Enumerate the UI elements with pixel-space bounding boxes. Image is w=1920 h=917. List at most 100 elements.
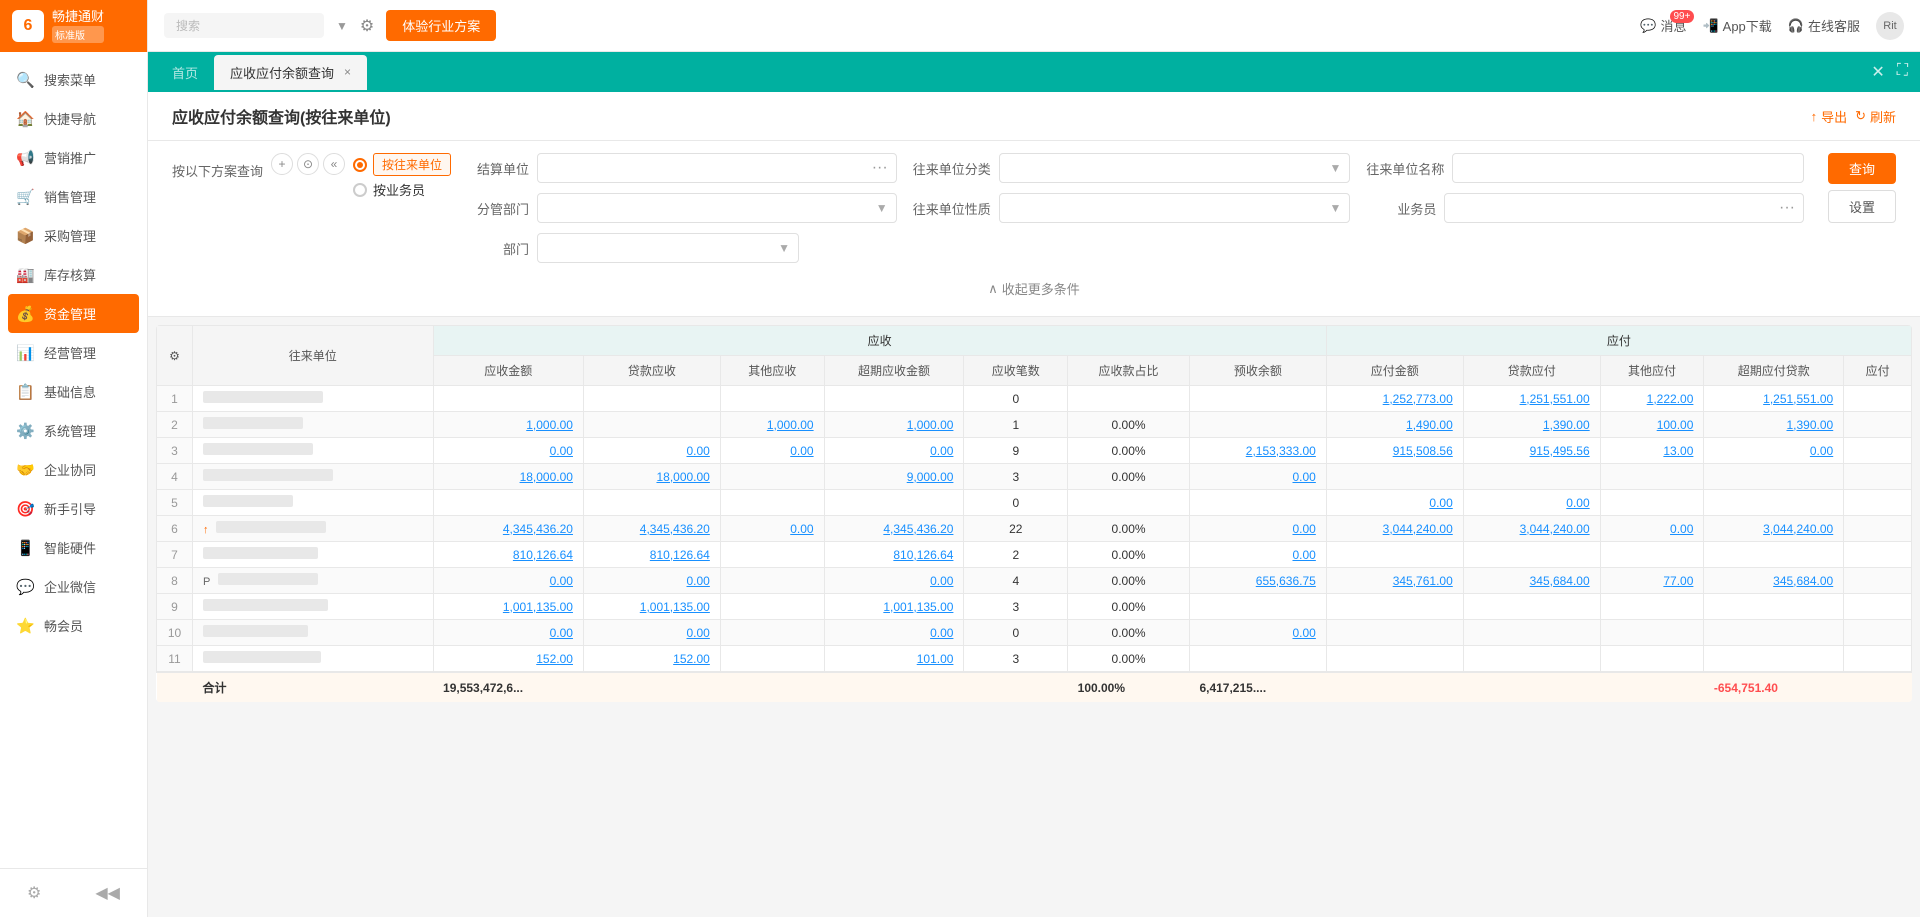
filter-input-settlement[interactable]: ··· bbox=[537, 153, 897, 183]
filter-select-dept[interactable]: ▼ bbox=[537, 233, 799, 263]
overdue-payable[interactable]: 1,251,551.00 bbox=[1704, 386, 1844, 412]
overdue-receivable[interactable]: 101.00 bbox=[824, 646, 964, 673]
sidebar-item-sales[interactable]: 🛒 销售管理 bbox=[0, 177, 147, 216]
other-payable[interactable] bbox=[1600, 646, 1704, 673]
other-payable[interactable]: 0.00 bbox=[1600, 516, 1704, 542]
receivable-amount[interactable]: 152.00 bbox=[433, 646, 583, 673]
other-receivable[interactable]: 1,000.00 bbox=[720, 412, 824, 438]
other-payable[interactable] bbox=[1600, 464, 1704, 490]
advance-balance[interactable]: 0.00 bbox=[1189, 620, 1326, 646]
query-btn[interactable]: 查询 bbox=[1828, 153, 1896, 184]
advance-balance[interactable]: 0.00 bbox=[1189, 542, 1326, 568]
loan-receivable[interactable]: 0.00 bbox=[583, 568, 720, 594]
receivable-amount[interactable]: 0.00 bbox=[433, 620, 583, 646]
app-download-btn[interactable]: 📲 App下载 bbox=[1702, 16, 1771, 35]
advance-balance[interactable] bbox=[1189, 646, 1326, 673]
other-receivable[interactable] bbox=[720, 542, 824, 568]
loan-receivable[interactable]: 0.00 bbox=[583, 620, 720, 646]
table-settings-icon[interactable]: ⚙ bbox=[169, 349, 180, 363]
receivable-amount[interactable]: 4,345,436.20 bbox=[433, 516, 583, 542]
topbar-gear-icon[interactable]: ⚙ bbox=[360, 16, 374, 36]
overdue-receivable[interactable]: 0.00 bbox=[824, 568, 964, 594]
payable-amount[interactable]: 345,761.00 bbox=[1326, 568, 1463, 594]
overdue-receivable[interactable]: 0.00 bbox=[824, 620, 964, 646]
overdue-receivable[interactable]: 1,000.00 bbox=[824, 412, 964, 438]
loan-receivable[interactable]: 152.00 bbox=[583, 646, 720, 673]
advance-balance[interactable]: 0.00 bbox=[1189, 516, 1326, 542]
overdue-payable[interactable]: 1,390.00 bbox=[1704, 412, 1844, 438]
loan-receivable[interactable] bbox=[583, 412, 720, 438]
receivable-amount[interactable]: 0.00 bbox=[433, 568, 583, 594]
overdue-payable[interactable] bbox=[1704, 490, 1844, 516]
notification-btn[interactable]: 💬 消息 99+ bbox=[1640, 16, 1686, 35]
overdue-receivable[interactable]: 810,126.64 bbox=[824, 542, 964, 568]
payable2[interactable] bbox=[1844, 386, 1912, 412]
payable-amount[interactable]: 1,490.00 bbox=[1326, 412, 1463, 438]
advance-balance[interactable] bbox=[1189, 594, 1326, 620]
collapse-footer-btn[interactable]: ◀◀ bbox=[87, 879, 128, 907]
loan-payable[interactable]: 915,495.56 bbox=[1463, 438, 1600, 464]
payable-amount[interactable]: 3,044,240.00 bbox=[1326, 516, 1463, 542]
payable-amount[interactable]: 1,252,773.00 bbox=[1326, 386, 1463, 412]
topbar-search[interactable]: 搜索 bbox=[164, 13, 324, 38]
payable2[interactable] bbox=[1844, 646, 1912, 673]
filter-input-salesperson[interactable]: ··· bbox=[1444, 193, 1804, 223]
tab-close-window-btn[interactable]: ✕ bbox=[1867, 58, 1888, 86]
tab-close-btn[interactable]: × bbox=[344, 65, 351, 79]
overdue-receivable[interactable]: 1,001,135.00 bbox=[824, 594, 964, 620]
collapse-more-btn[interactable]: ∧ 收起更多条件 bbox=[172, 273, 1896, 304]
advance-balance[interactable]: 655,636.75 bbox=[1189, 568, 1326, 594]
overdue-payable[interactable]: 3,044,240.00 bbox=[1704, 516, 1844, 542]
overdue-receivable[interactable] bbox=[824, 490, 964, 516]
tab-home[interactable]: 首页 bbox=[156, 55, 214, 90]
advance-balance[interactable] bbox=[1189, 412, 1326, 438]
filter-option-salesperson[interactable]: 按业务员 bbox=[353, 180, 451, 199]
advance-balance[interactable]: 0.00 bbox=[1189, 464, 1326, 490]
solution-btn[interactable]: 体验行业方案 bbox=[386, 10, 496, 41]
sidebar-item-marketing[interactable]: 📢 营销推广 bbox=[0, 138, 147, 177]
payable-amount[interactable] bbox=[1326, 646, 1463, 673]
advance-balance[interactable] bbox=[1189, 490, 1326, 516]
other-receivable[interactable]: 0.00 bbox=[720, 438, 824, 464]
receivable-amount[interactable]: 0.00 bbox=[433, 438, 583, 464]
other-payable[interactable]: 13.00 bbox=[1600, 438, 1704, 464]
loan-payable[interactable] bbox=[1463, 464, 1600, 490]
loan-receivable[interactable]: 1,001,135.00 bbox=[583, 594, 720, 620]
loan-receivable[interactable]: 810,126.64 bbox=[583, 542, 720, 568]
online-support-btn[interactable]: 🎧 在线客服 bbox=[1788, 16, 1860, 35]
receivable-amount[interactable] bbox=[433, 386, 583, 412]
loan-receivable[interactable]: 4,345,436.20 bbox=[583, 516, 720, 542]
other-receivable[interactable]: 0.00 bbox=[720, 516, 824, 542]
payable2[interactable] bbox=[1844, 412, 1912, 438]
filter-select-partner-nature[interactable]: ▼ bbox=[999, 193, 1351, 223]
other-receivable[interactable] bbox=[720, 568, 824, 594]
other-receivable[interactable] bbox=[720, 386, 824, 412]
overdue-receivable[interactable] bbox=[824, 386, 964, 412]
other-payable[interactable]: 100.00 bbox=[1600, 412, 1704, 438]
sidebar-item-basic[interactable]: 📋 基础信息 bbox=[0, 372, 147, 411]
sidebar-item-collab[interactable]: 🤝 企业协同 bbox=[0, 450, 147, 489]
overdue-payable[interactable] bbox=[1704, 464, 1844, 490]
receivable-amount[interactable] bbox=[433, 490, 583, 516]
overdue-payable[interactable]: 0.00 bbox=[1704, 438, 1844, 464]
overdue-payable[interactable] bbox=[1704, 594, 1844, 620]
refresh-btn[interactable]: ↻ 刷新 bbox=[1855, 107, 1896, 126]
overdue-payable[interactable] bbox=[1704, 646, 1844, 673]
overdue-receivable[interactable]: 9,000.00 bbox=[824, 464, 964, 490]
other-receivable[interactable] bbox=[720, 646, 824, 673]
sidebar-item-operation[interactable]: 📊 经营管理 bbox=[0, 333, 147, 372]
sidebar-item-search[interactable]: 🔍 搜索菜单 bbox=[0, 60, 147, 99]
other-payable[interactable] bbox=[1600, 620, 1704, 646]
user-avatar[interactable]: Rit bbox=[1876, 12, 1904, 40]
other-receivable[interactable] bbox=[720, 620, 824, 646]
tab-receivable-payable[interactable]: 应收应付余额查询 × bbox=[214, 55, 367, 90]
export-btn[interactable]: ↑ 导出 bbox=[1811, 107, 1848, 126]
loan-receivable[interactable] bbox=[583, 490, 720, 516]
receivable-amount[interactable]: 1,001,135.00 bbox=[433, 594, 583, 620]
payable-amount[interactable]: 0.00 bbox=[1326, 490, 1463, 516]
topbar-dropdown[interactable]: ▼ bbox=[336, 19, 348, 33]
other-receivable[interactable] bbox=[720, 594, 824, 620]
loan-payable[interactable]: 1,390.00 bbox=[1463, 412, 1600, 438]
sidebar-item-inventory[interactable]: 🏭 库存核算 bbox=[0, 255, 147, 294]
loan-payable[interactable] bbox=[1463, 542, 1600, 568]
